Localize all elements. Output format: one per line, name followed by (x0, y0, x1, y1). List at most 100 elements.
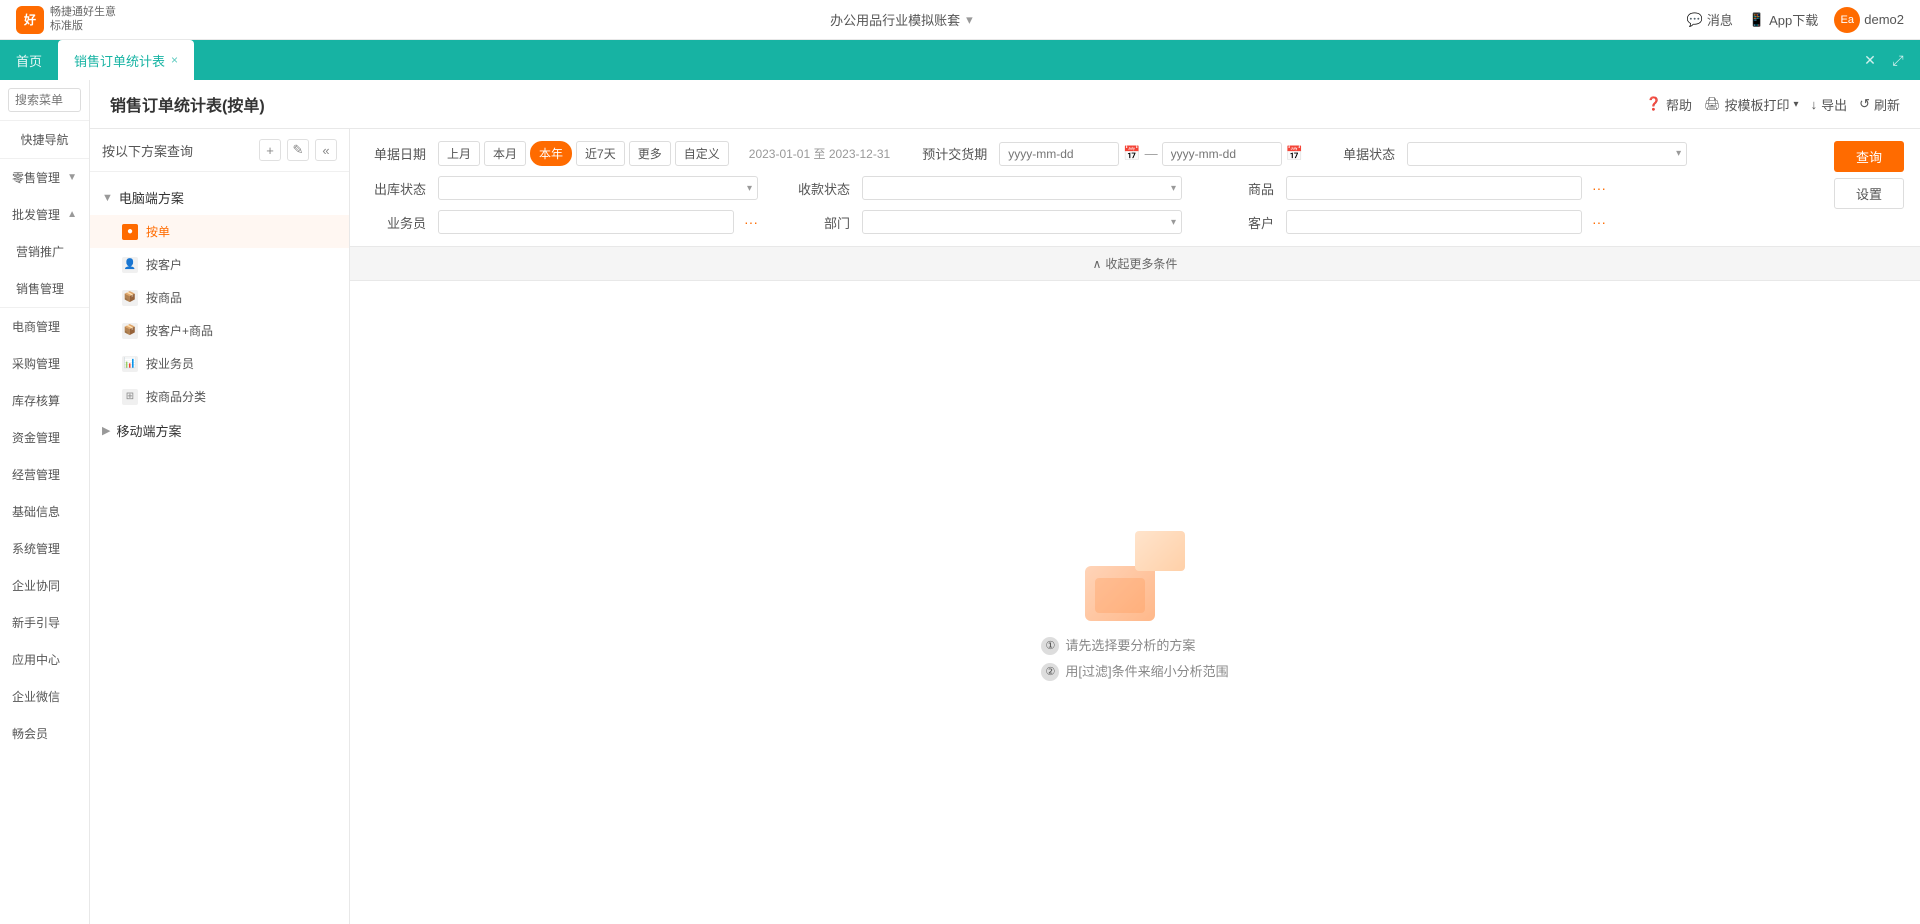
wholesale-arrow-icon: ▲ (67, 209, 77, 220)
mobile-icon: 📱 (1749, 12, 1765, 28)
tab-sales-order[interactable]: 销售订单统计表 × (58, 40, 194, 80)
tree-mobile-chevron-icon: ▶ (102, 424, 110, 437)
user-area[interactable]: Ea demo2 (1834, 7, 1904, 33)
tree-child-by-order[interactable]: ● 按单 (90, 215, 349, 248)
filter-row-3: 业务员 ··· 部门 ▾ (366, 210, 1824, 234)
sidebar-item-sales-mgmt[interactable]: 销售管理 (8, 270, 89, 307)
tree-child-by-goods[interactable]: 📦 按商品 (90, 281, 349, 314)
page-actions: ❓ 帮助 🖨 按模板打印 ▾ ↓ 导出 ↺ 刷新 (1646, 95, 1900, 114)
payment-status-wrap: ▾ (862, 176, 1182, 200)
expected-date-start[interactable] (999, 142, 1119, 166)
sidebar-item-system[interactable]: 系统管理 (0, 530, 89, 567)
avatar: Ea (1834, 7, 1860, 33)
tree-children-pc: ● 按单 👤 按客户 📦 按商品 📦 按客 (90, 215, 349, 413)
salesman-icon: 📊 (122, 356, 138, 372)
tree-parent-pc[interactable]: ▼ 电脑端方案 (90, 180, 349, 215)
sidebar-item-basic-info[interactable]: 基础信息 (0, 493, 89, 530)
tab-bar: 首页 销售订单统计表 × ✕ ⤢ (0, 40, 1920, 80)
sidebar-item-enterprise-wechat[interactable]: 企业微信 (0, 678, 89, 715)
hint-item-1: ① 请先选择要分析的方案 (1041, 633, 1228, 659)
payment-status-select[interactable] (862, 176, 1182, 200)
sidebar-item-inventory[interactable]: 库存核算 (0, 382, 89, 419)
dropdown-icon[interactable]: ▾ (966, 12, 973, 28)
window-close-btn[interactable]: ✕ (1860, 50, 1880, 70)
messages-btn[interactable]: 💬 消息 (1687, 10, 1733, 29)
tree-child-by-customer[interactable]: 👤 按客户 (90, 248, 349, 281)
export-btn[interactable]: ↓ 导出 (1811, 95, 1848, 114)
customer-goods-icon: 📦 (122, 323, 138, 339)
sidebar-item-marketing[interactable]: 营销推广 (8, 233, 89, 270)
content-area: 销售订单统计表(按单) ❓ 帮助 🖨 按模板打印 ▾ ↓ 导出 ↺ 刷新 (90, 80, 1920, 924)
tab-close-btn[interactable]: × (171, 53, 178, 67)
outbound-status-select[interactable] (438, 176, 758, 200)
edit-scheme-btn[interactable]: ✎ (287, 139, 309, 161)
sidebar-item-newbie[interactable]: 新手引导 (0, 604, 89, 641)
customer-more-icon[interactable]: ··· (1592, 214, 1606, 230)
goods-more-icon[interactable]: ··· (1592, 180, 1606, 196)
sidebar-item-ecommerce[interactable]: 电商管理 (0, 308, 89, 345)
inner-content: 按以下方案查询 + ✎ « ▼ 电脑端方案 ● 按单 (90, 129, 1920, 924)
last7days-btn[interactable]: 近7天 (576, 141, 625, 166)
salesman-more-icon[interactable]: ··· (744, 214, 758, 230)
calendar-end-icon[interactable]: 📅 (1286, 145, 1303, 162)
print-dropdown-icon: ▾ (1794, 99, 1799, 110)
last-month-btn[interactable]: 上月 (438, 141, 480, 166)
tree-parent-mobile[interactable]: ▶ 移动端方案 (90, 413, 349, 448)
refresh-icon: ↺ (1859, 96, 1870, 112)
this-month-btn[interactable]: 本月 (484, 141, 526, 166)
salesman-input[interactable] (438, 210, 734, 234)
department-select[interactable] (862, 210, 1182, 234)
tree-section: ▼ 电脑端方案 ● 按单 👤 按客户 📦 (90, 172, 349, 456)
search-input[interactable] (8, 88, 81, 112)
filter-fields: 单据日期 上月 本月 本年 近7天 更多 自定义 2023-01-01 至 20… (366, 141, 1824, 234)
goods-input[interactable] (1286, 176, 1582, 200)
collapse-panel-btn[interactable]: « (315, 139, 337, 161)
tab-home[interactable]: 首页 (0, 40, 58, 80)
calendar-start-icon[interactable]: 📅 (1123, 145, 1140, 162)
tree-child-by-customer-goods[interactable]: 📦 按客户+商品 (90, 314, 349, 347)
order-icon: ● (122, 224, 138, 240)
sidebar-item-member[interactable]: 畅会员 (0, 715, 89, 752)
this-year-btn[interactable]: 本年 (530, 141, 572, 166)
sidebar-item-retail[interactable]: 零售管理 ▼ (0, 159, 89, 196)
query-btn[interactable]: 查询 (1834, 141, 1904, 172)
add-scheme-btn[interactable]: + (259, 139, 281, 161)
bill-status-select[interactable] (1407, 142, 1687, 166)
logo-text: 畅捷通好生意 标准版 (50, 6, 116, 32)
sidebar-search-area (0, 80, 89, 121)
sidebar-item-app-center[interactable]: 应用中心 (0, 641, 89, 678)
more-date-btn[interactable]: 更多 (629, 141, 671, 166)
sidebar-item-enterprise[interactable]: 企业协同 (0, 567, 89, 604)
left-panel-header: 按以下方案查询 + ✎ « (90, 129, 349, 172)
app-download-btn[interactable]: 📱 App下载 (1749, 10, 1818, 29)
window-maximize-btn[interactable]: ⤢ (1888, 50, 1908, 70)
sidebar-item-wholesale[interactable]: 批发管理 ▲ (0, 196, 89, 233)
customer-input[interactable] (1286, 210, 1582, 234)
sidebar-quick-nav[interactable]: 快捷导航 (0, 121, 89, 159)
sidebar-item-operations[interactable]: 经营管理 (0, 456, 89, 493)
department-wrap: ▾ (862, 210, 1182, 234)
customer-control: ··· (1286, 210, 1606, 234)
hint-num-1: ① (1041, 637, 1059, 655)
empty-state: ① 请先选择要分析的方案 ② 用[过滤]条件来缩小分析范围 (350, 281, 1920, 924)
custom-date-btn[interactable]: 自定义 (675, 141, 729, 166)
collapse-bar[interactable]: ∧ 收起更多条件 (350, 247, 1920, 281)
help-icon: ❓ (1646, 96, 1662, 112)
goods-icon: 📦 (122, 290, 138, 306)
expected-date-end[interactable] (1162, 142, 1282, 166)
print-btn[interactable]: 🖨 按模板打印 ▾ (1704, 95, 1799, 114)
sidebar-item-purchase[interactable]: 采购管理 (0, 345, 89, 382)
left-panel: 按以下方案查询 + ✎ « ▼ 电脑端方案 ● 按单 (90, 129, 350, 924)
expected-date-control: 📅 — 📅 (999, 142, 1303, 166)
empty-illustration (1075, 521, 1195, 621)
top-bar: 好 畅捷通好生意 标准版 办公用品行业模拟账套 ▾ 💬 消息 📱 App下载 E… (0, 0, 1920, 40)
refresh-btn[interactable]: ↺ 刷新 (1859, 95, 1900, 114)
sidebar-item-finance[interactable]: 资金管理 (0, 419, 89, 456)
tree-child-by-salesman[interactable]: 📊 按业务员 (90, 347, 349, 380)
help-btn[interactable]: ❓ 帮助 (1646, 95, 1692, 114)
main-layout: 快捷导航 零售管理 ▼ 批发管理 ▲ 营销推广 销售管理 电商管理 采购管理 库… (0, 80, 1920, 924)
filter-row-1: 单据日期 上月 本月 本年 近7天 更多 自定义 2023-01-01 至 20… (366, 141, 1824, 166)
tree-child-by-category[interactable]: ⊞ 按商品分类 (90, 380, 349, 413)
goods-control: ··· (1286, 176, 1606, 200)
settings-btn[interactable]: 设置 (1834, 178, 1904, 209)
